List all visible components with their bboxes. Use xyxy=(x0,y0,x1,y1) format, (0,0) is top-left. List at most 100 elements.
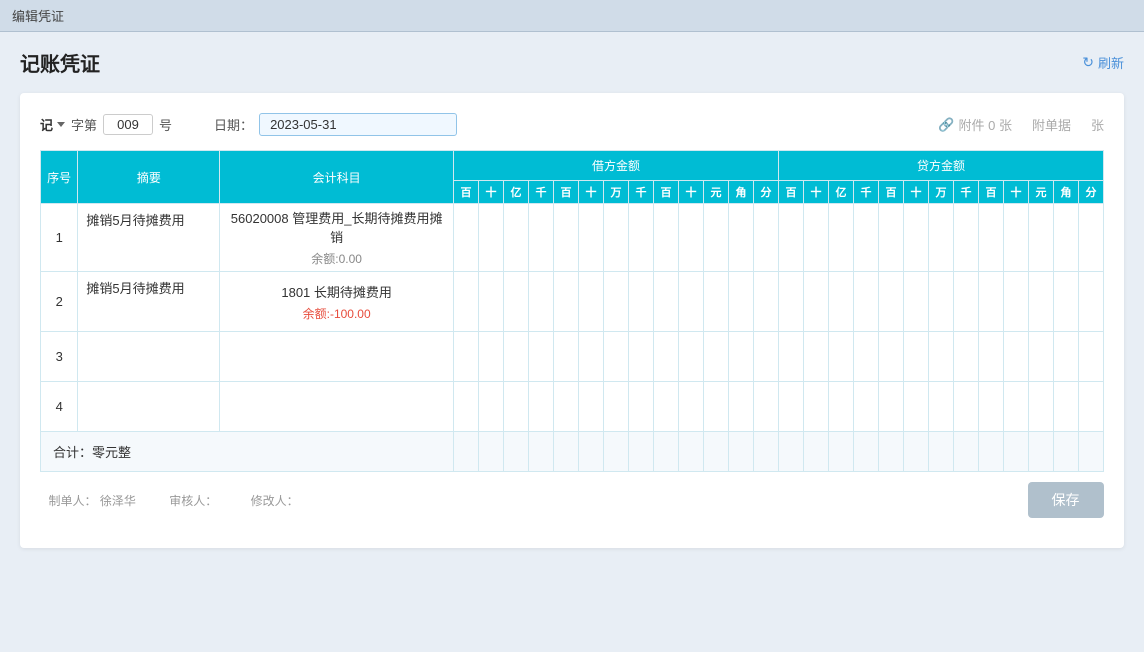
row-3-debit-11[interactable] xyxy=(728,382,753,432)
row-3-credit-2[interactable] xyxy=(828,382,853,432)
row-2-credit-6[interactable] xyxy=(928,332,953,382)
refresh-button[interactable]: ↻ 刷新 xyxy=(1082,53,1124,72)
row-3-debit-6[interactable] xyxy=(603,382,628,432)
row-2-credit-11[interactable] xyxy=(1053,332,1078,382)
row-2-debit-4[interactable] xyxy=(553,332,578,382)
row-0-debit-9[interactable] xyxy=(678,204,703,272)
row-3-debit-2[interactable] xyxy=(503,382,528,432)
row-0-debit-11[interactable] xyxy=(728,204,753,272)
row-0-debit-7[interactable] xyxy=(628,204,653,272)
row-1-credit-4[interactable] xyxy=(878,272,903,332)
row-0-credit-4[interactable] xyxy=(878,204,903,272)
row-3-summary[interactable] xyxy=(78,382,220,432)
row-3-debit-8[interactable] xyxy=(653,382,678,432)
row-2-debit-1[interactable] xyxy=(478,332,503,382)
row-2-debit-2[interactable] xyxy=(503,332,528,382)
row-1-credit-1[interactable] xyxy=(803,272,828,332)
row-0-credit-9[interactable] xyxy=(1003,204,1028,272)
row-1-debit-11[interactable] xyxy=(728,272,753,332)
row-2-credit-12[interactable] xyxy=(1078,332,1103,382)
row-3-credit-4[interactable] xyxy=(878,382,903,432)
save-button[interactable]: 保存 xyxy=(1028,482,1104,518)
type-select[interactable]: 记 xyxy=(40,115,65,134)
row-0-credit-1[interactable] xyxy=(803,204,828,272)
row-0-credit-10[interactable] xyxy=(1028,204,1053,272)
row-1-credit-0[interactable] xyxy=(778,272,803,332)
row-0-debit-12[interactable] xyxy=(753,204,778,272)
row-0-debit-5[interactable] xyxy=(578,204,603,272)
row-3-debit-1[interactable] xyxy=(478,382,503,432)
row-1-credit-3[interactable] xyxy=(853,272,878,332)
row-0-debit-3[interactable] xyxy=(528,204,553,272)
row-2-credit-0[interactable] xyxy=(778,332,803,382)
row-3-credit-7[interactable] xyxy=(953,382,978,432)
row-0-debit-6[interactable] xyxy=(603,204,628,272)
row-3-credit-11[interactable] xyxy=(1053,382,1078,432)
row-2-credit-7[interactable] xyxy=(953,332,978,382)
row-3-subject[interactable] xyxy=(220,382,454,432)
row-1-credit-7[interactable] xyxy=(953,272,978,332)
row-2-debit-7[interactable] xyxy=(628,332,653,382)
row-2-debit-5[interactable] xyxy=(578,332,603,382)
row-0-debit-2[interactable] xyxy=(503,204,528,272)
fudan-label[interactable]: 附单据 xyxy=(1032,115,1071,134)
row-0-credit-0[interactable] xyxy=(778,204,803,272)
row-2-debit-6[interactable] xyxy=(603,332,628,382)
row-3-credit-0[interactable] xyxy=(778,382,803,432)
row-0-debit-1[interactable] xyxy=(478,204,503,272)
row-1-credit-10[interactable] xyxy=(1028,272,1053,332)
row-3-credit-8[interactable] xyxy=(978,382,1003,432)
row-1-debit-3[interactable] xyxy=(528,272,553,332)
row-0-credit-6[interactable] xyxy=(928,204,953,272)
row-1-debit-2[interactable] xyxy=(503,272,528,332)
row-3-credit-12[interactable] xyxy=(1078,382,1103,432)
row-3-debit-5[interactable] xyxy=(578,382,603,432)
date-input[interactable] xyxy=(259,113,457,136)
row-1-debit-10[interactable] xyxy=(703,272,728,332)
row-3-credit-9[interactable] xyxy=(1003,382,1028,432)
row-2-credit-2[interactable] xyxy=(828,332,853,382)
row-2-debit-9[interactable] xyxy=(678,332,703,382)
row-0-credit-7[interactable] xyxy=(953,204,978,272)
row-2-credit-8[interactable] xyxy=(978,332,1003,382)
row-1-debit-8[interactable] xyxy=(653,272,678,332)
row-1-credit-6[interactable] xyxy=(928,272,953,332)
row-1-credit-9[interactable] xyxy=(1003,272,1028,332)
row-0-debit-0[interactable] xyxy=(453,204,478,272)
row-3-credit-6[interactable] xyxy=(928,382,953,432)
row-3-debit-4[interactable] xyxy=(553,382,578,432)
row-3-debit-7[interactable] xyxy=(628,382,653,432)
row-2-subject[interactable] xyxy=(220,332,454,382)
row-0-debit-4[interactable] xyxy=(553,204,578,272)
row-2-credit-3[interactable] xyxy=(853,332,878,382)
attachment-link[interactable]: 🔗 附件 0 张 xyxy=(938,115,1012,134)
row-1-debit-9[interactable] xyxy=(678,272,703,332)
row-0-credit-2[interactable] xyxy=(828,204,853,272)
row-3-credit-10[interactable] xyxy=(1028,382,1053,432)
row-0-debit-10[interactable] xyxy=(703,204,728,272)
row-2-debit-3[interactable] xyxy=(528,332,553,382)
row-0-subject[interactable]: 56020008 管理费用_长期待摊费用摊销余额:0.00 xyxy=(220,204,454,272)
row-2-credit-5[interactable] xyxy=(903,332,928,382)
row-3-debit-3[interactable] xyxy=(528,382,553,432)
row-3-debit-10[interactable] xyxy=(703,382,728,432)
row-2-credit-4[interactable] xyxy=(878,332,903,382)
row-1-credit-11[interactable] xyxy=(1053,272,1078,332)
row-0-credit-3[interactable] xyxy=(853,204,878,272)
row-0-credit-12[interactable] xyxy=(1078,204,1103,272)
row-1-credit-2[interactable] xyxy=(828,272,853,332)
row-1-subject[interactable]: 1801 长期待摊费用余额:-100.00 xyxy=(220,272,454,332)
row-1-debit-6[interactable] xyxy=(603,272,628,332)
row-2-credit-10[interactable] xyxy=(1028,332,1053,382)
row-1-debit-12[interactable] xyxy=(753,272,778,332)
row-1-credit-5[interactable] xyxy=(903,272,928,332)
row-0-debit-8[interactable] xyxy=(653,204,678,272)
zi-input[interactable] xyxy=(103,114,153,135)
row-0-credit-8[interactable] xyxy=(978,204,1003,272)
row-3-debit-0[interactable] xyxy=(453,382,478,432)
row-2-debit-10[interactable] xyxy=(703,332,728,382)
row-3-credit-1[interactable] xyxy=(803,382,828,432)
row-3-debit-12[interactable] xyxy=(753,382,778,432)
row-2-summary[interactable] xyxy=(78,332,220,382)
row-2-debit-12[interactable] xyxy=(753,332,778,382)
